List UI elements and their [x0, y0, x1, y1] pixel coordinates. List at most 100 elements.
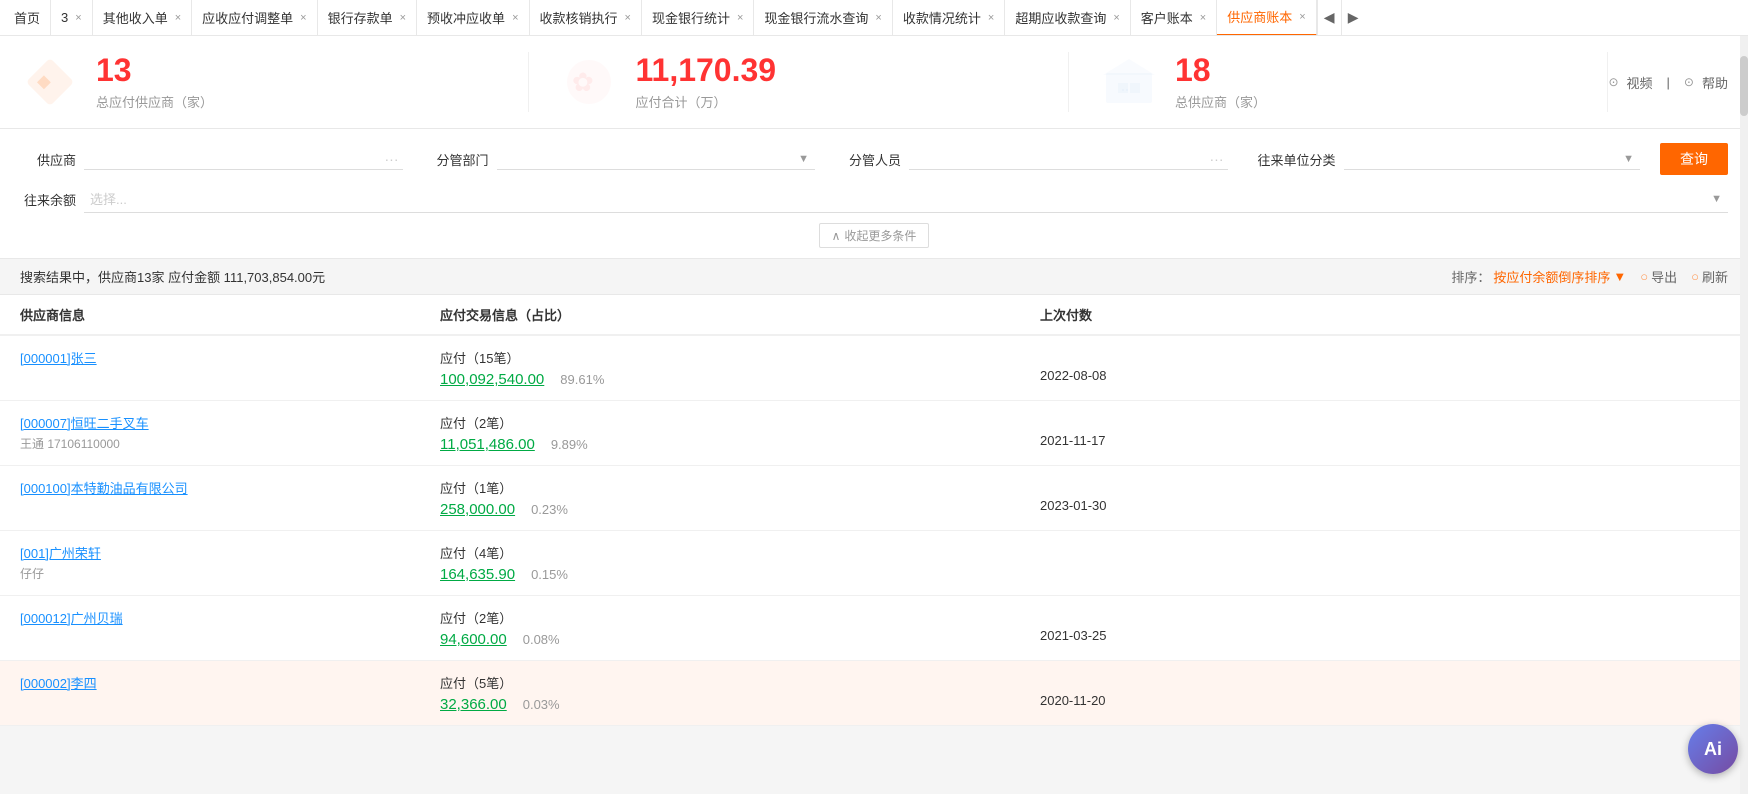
close-icon[interactable]: ×: [1299, 11, 1305, 23]
transaction-cell-3: 应付（1笔） 258,000.00 0.23%: [440, 478, 1040, 518]
person-filter: 分管人员 ···: [845, 149, 1228, 170]
tx-row-5: 94,600.00 0.08%: [440, 631, 1040, 648]
close-icon[interactable]: ×: [1200, 12, 1206, 24]
supplier-link-5[interactable]: [000012]广州贝瑞: [20, 608, 440, 627]
tx-amount-1[interactable]: 100,092,540.00: [440, 371, 544, 388]
table-row: [000100]本特勤油品有限公司 应付（1笔） 258,000.00 0.23…: [0, 466, 1748, 531]
help-link[interactable]: 帮助: [1702, 73, 1728, 92]
nav-arrow-left[interactable]: ◀: [1317, 0, 1341, 36]
supplier-link-6[interactable]: [000002]李四: [20, 673, 440, 692]
nav-tab-supplier-account[interactable]: 供应商账本 ×: [1217, 0, 1316, 36]
tx-percent-1: 89.61%: [560, 372, 604, 387]
total-suppliers-value: 18: [1175, 53, 1266, 88]
export-icon: ○: [1640, 269, 1648, 284]
refresh-button[interactable]: ○ 刷新: [1691, 267, 1728, 286]
balance-filter: 往来余额 选择... ▼: [20, 185, 1728, 213]
category-filter: 往来单位分类 ▼: [1258, 149, 1641, 170]
tx-amount-6[interactable]: 32,366.00: [440, 696, 507, 713]
close-icon[interactable]: ×: [512, 12, 518, 24]
video-link[interactable]: 视频: [1627, 73, 1653, 92]
nav-arrow-right[interactable]: ▶: [1341, 0, 1365, 36]
tx-row-6: 32,366.00 0.03%: [440, 696, 1040, 713]
close-icon[interactable]: ×: [175, 12, 181, 24]
grain-icon: ✿: [559, 52, 619, 112]
collapse-button-label: 收起更多条件: [844, 227, 916, 244]
sort-dropdown-icon[interactable]: ▼: [1613, 269, 1626, 284]
balance-select[interactable]: 选择... ▼: [84, 185, 1728, 213]
nav-tab-ap-adjust-label: 应收应付调整单: [202, 8, 293, 27]
balance-filter-label: 往来余额: [20, 190, 76, 209]
supplier-sub-4: 仔仔: [20, 565, 440, 582]
tx-amount-3[interactable]: 258,000.00: [440, 501, 515, 518]
close-icon[interactable]: ×: [875, 12, 881, 24]
category-dropdown-icon: ▼: [1623, 153, 1634, 165]
last-pay-date-6: 2020-11-20: [1040, 673, 1728, 708]
nav-tab-3-close[interactable]: ×: [75, 12, 81, 24]
nav-tab-cash-bank-stat[interactable]: 现金银行统计 ×: [642, 0, 754, 36]
close-icon[interactable]: ×: [300, 12, 306, 24]
nav-tab-collect-stat[interactable]: 收款情况统计 ×: [893, 0, 1005, 36]
category-filter-label: 往来单位分类: [1258, 150, 1336, 169]
supplier-dots-button[interactable]: ···: [385, 151, 399, 167]
nav-tab-ap-adjust[interactable]: 应收应付调整单 ×: [192, 0, 317, 36]
supplier-link-4[interactable]: [001]广州荣轩: [20, 543, 440, 562]
export-button[interactable]: ○ 导出: [1640, 267, 1677, 286]
table-header: 供应商信息 应付交易信息（占比） 上次付数: [0, 295, 1748, 336]
table-row: [000007]恒旺二手叉车 王通 17106110000 应付（2笔） 11,…: [0, 401, 1748, 466]
tx-amount-4[interactable]: 164,635.90: [440, 566, 515, 583]
last-pay-date-4: [1040, 543, 1728, 563]
search-button[interactable]: 查询: [1660, 143, 1728, 175]
lastpay-cell-1: 2022-08-08: [1040, 348, 1728, 383]
supplier-link-3[interactable]: [000100]本特勤油品有限公司: [20, 478, 440, 497]
scrollbar-thumb[interactable]: [1740, 56, 1748, 116]
nav-tab-customer-account[interactable]: 客户账本 ×: [1131, 0, 1217, 36]
last-pay-date-3: 2023-01-30: [1040, 478, 1728, 513]
lastpay-cell-4: [1040, 543, 1728, 563]
ap-suppliers-info: 13 总应付供应商（家）: [96, 53, 213, 111]
scrollbar-track[interactable]: [1740, 36, 1748, 794]
nav-tab-bank-deposit-label: 银行存款单: [328, 8, 393, 27]
nav-tab-home[interactable]: 首页: [4, 0, 51, 36]
total-suppliers-label: 总供应商（家）: [1175, 92, 1266, 111]
supplier-input[interactable]: [88, 151, 385, 166]
close-icon[interactable]: ×: [988, 12, 994, 24]
supplier-link-1[interactable]: [000001]张三: [20, 348, 440, 367]
nav-tab-advance-collect[interactable]: 预收冲应收单 ×: [417, 0, 529, 36]
tx-row-4: 164,635.90 0.15%: [440, 566, 1040, 583]
ai-badge[interactable]: Ai: [1688, 724, 1738, 774]
lastpay-cell-5: 2021-03-25: [1040, 608, 1728, 643]
sort-value[interactable]: 按应付余额倒序排序: [1493, 267, 1610, 286]
result-info: 搜索结果中，供应商13家 应付金额 111,703,854.00元: [20, 267, 325, 286]
lastpay-cell-3: 2023-01-30: [1040, 478, 1728, 513]
close-icon[interactable]: ×: [625, 12, 631, 24]
nav-tab-overdue-query[interactable]: 超期应收款查询 ×: [1005, 0, 1130, 36]
dept-select[interactable]: ▼: [497, 149, 816, 170]
last-pay-date-1: 2022-08-08: [1040, 348, 1728, 383]
collapse-button[interactable]: ∧ 收起更多条件: [819, 223, 930, 248]
person-dots-button[interactable]: ···: [1210, 151, 1224, 167]
close-icon[interactable]: ×: [737, 12, 743, 24]
supplier-filter-label: 供应商: [20, 150, 76, 169]
ap-total-value: 11,170.39: [635, 53, 776, 88]
tx-count-5: 应付（2笔）: [440, 608, 1040, 627]
nav-tab-cash-bank-flow-label: 现金银行流水查询: [764, 8, 868, 27]
tx-amount-5[interactable]: 94,600.00: [440, 631, 507, 648]
close-icon[interactable]: ×: [1113, 12, 1119, 24]
category-select[interactable]: ▼: [1344, 149, 1640, 170]
supplier-link-2[interactable]: [000007]恒旺二手叉车: [20, 413, 440, 432]
ap-total-info: 11,170.39 应付合计（万）: [635, 53, 776, 111]
chevron-up-icon: ∧: [832, 229, 841, 243]
nav-tab-supplier-account-label: 供应商账本: [1227, 7, 1292, 26]
filter-row-1: 供应商 ··· 分管部门 ▼ 分管人员 ··· 往来单位分类: [20, 143, 1728, 175]
nav-tab-verify-exec-label: 收款核销执行: [540, 8, 618, 27]
nav-tab-verify-exec[interactable]: 收款核销执行 ×: [530, 0, 642, 36]
close-icon[interactable]: ×: [400, 12, 406, 24]
nav-tab-3[interactable]: 3 ×: [51, 0, 93, 36]
person-input[interactable]: [913, 151, 1210, 166]
nav-tab-other-income[interactable]: 其他收入单 ×: [93, 0, 192, 36]
nav-tab-cash-bank-flow[interactable]: 现金银行流水查询 ×: [754, 0, 892, 36]
person-input-wrapper[interactable]: ···: [909, 149, 1228, 170]
nav-tab-bank-deposit[interactable]: 银行存款单 ×: [318, 0, 417, 36]
supplier-input-wrapper[interactable]: ···: [84, 149, 403, 170]
tx-amount-2[interactable]: 11,051,486.00: [440, 436, 535, 453]
